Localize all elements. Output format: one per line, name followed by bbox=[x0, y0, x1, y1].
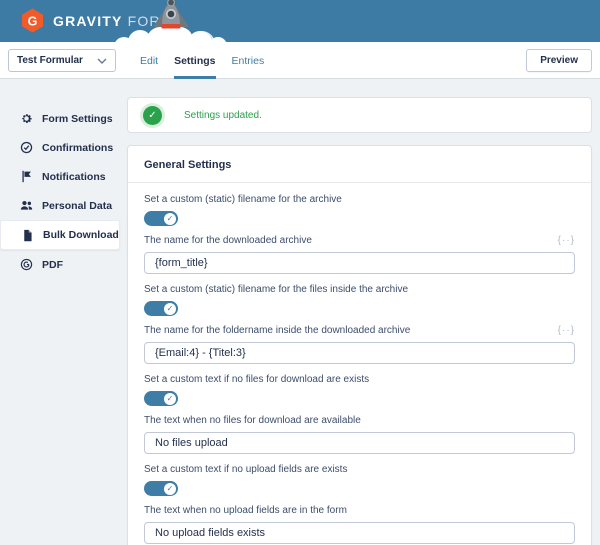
folder-name-input[interactable] bbox=[144, 342, 575, 364]
gravity-forms-settings-page: G GRAVITY FORMS Test Formular Edit Setti… bbox=[0, 0, 600, 545]
form-tabs: Edit Settings Entries bbox=[140, 42, 264, 79]
sidebar-item-notifications[interactable]: Notifications bbox=[0, 162, 120, 191]
sidebar-item-label: Personal Data bbox=[42, 199, 113, 212]
svg-text:G: G bbox=[28, 14, 38, 28]
field-label: Set a custom text if no upload fields ar… bbox=[144, 464, 348, 475]
brand-forms: FORMS bbox=[127, 12, 185, 29]
toggle-knob: ✓ bbox=[164, 302, 176, 315]
field-label: The text when no upload fields are in th… bbox=[144, 505, 347, 516]
toggle-knob: ✓ bbox=[164, 482, 176, 495]
field-no-files-text-toggle: Set a custom text if no files for downlo… bbox=[144, 374, 575, 406]
sidebar-item-personal-data[interactable]: Personal Data bbox=[0, 191, 120, 220]
no-files-text-toggle[interactable]: ✓ bbox=[144, 391, 178, 406]
archive-name-input[interactable] bbox=[144, 252, 575, 274]
gravity-forms-logo: G GRAVITY FORMS bbox=[20, 8, 184, 33]
sidebar-item-label: Confirmations bbox=[42, 141, 114, 154]
sidebar-item-bulk-download[interactable]: Bulk Download bbox=[0, 220, 120, 250]
form-selector-dropdown[interactable]: Test Formular bbox=[8, 49, 116, 72]
brand-gravity: GRAVITY bbox=[53, 12, 123, 29]
field-files-filename-toggle: Set a custom (static) filename for the f… bbox=[144, 284, 575, 316]
no-upload-fields-toggle[interactable]: ✓ bbox=[144, 481, 178, 496]
field-no-upload-fields-text: The text when no upload fields are in th… bbox=[144, 505, 575, 544]
preview-button[interactable]: Preview bbox=[526, 49, 592, 72]
settings-sidebar: Form Settings Confirmations Notification… bbox=[0, 104, 120, 279]
tab-settings[interactable]: Settings bbox=[174, 42, 216, 79]
toggle-check-icon: ✓ bbox=[166, 303, 174, 313]
gravity-forms-badge-icon: G bbox=[21, 8, 44, 33]
gravity-pdf-icon bbox=[20, 258, 33, 271]
archive-filename-toggle[interactable]: ✓ bbox=[144, 211, 178, 226]
settings-main: ✓ Settings updated. General Settings Set… bbox=[127, 97, 592, 545]
app-header: G GRAVITY FORMS bbox=[0, 0, 600, 50]
success-check-icon: ✓ bbox=[143, 105, 162, 125]
field-label: Set a custom text if no files for downlo… bbox=[144, 374, 370, 385]
users-icon bbox=[20, 199, 33, 212]
toggle-knob: ✓ bbox=[164, 392, 176, 405]
chevron-down-icon bbox=[97, 58, 107, 64]
panel-header: General Settings bbox=[128, 146, 591, 183]
panel-title: General Settings bbox=[144, 159, 232, 171]
field-label: The name for the foldername inside the d… bbox=[144, 325, 411, 336]
merge-tag-icon[interactable]: {··} bbox=[558, 325, 575, 336]
panel-body: Set a custom (static) filename for the a… bbox=[128, 183, 591, 545]
general-settings-panel: General Settings Set a custom (static) f… bbox=[127, 145, 592, 545]
sidebar-item-form-settings[interactable]: Form Settings bbox=[0, 104, 120, 133]
field-archive-name: The name for the downloaded archive {··} bbox=[144, 235, 575, 274]
sidebar-item-label: Form Settings bbox=[42, 112, 113, 125]
field-folder-name: The name for the foldername inside the d… bbox=[144, 325, 575, 364]
sidebar-item-confirmations[interactable]: Confirmations bbox=[0, 133, 120, 162]
check-circle-icon bbox=[20, 141, 33, 154]
form-toolbar: Test Formular Edit Settings Entries Prev… bbox=[0, 42, 600, 79]
field-archive-filename-toggle: Set a custom (static) filename for the a… bbox=[144, 194, 575, 226]
gear-icon bbox=[20, 112, 33, 125]
tab-entries[interactable]: Entries bbox=[232, 42, 265, 79]
file-icon bbox=[21, 229, 34, 242]
toggle-check-icon: ✓ bbox=[166, 483, 174, 493]
form-selector-value: Test Formular bbox=[17, 55, 83, 66]
toggle-knob: ✓ bbox=[164, 212, 176, 225]
no-upload-fields-text-input[interactable] bbox=[144, 522, 575, 544]
field-label: The name for the downloaded archive bbox=[144, 235, 312, 246]
flag-icon bbox=[20, 170, 33, 183]
sidebar-item-pdf[interactable]: PDF bbox=[0, 250, 120, 279]
no-files-text-input[interactable] bbox=[144, 432, 575, 454]
field-label: Set a custom (static) filename for the f… bbox=[144, 284, 409, 295]
field-no-upload-fields-toggle: Set a custom text if no upload fields ar… bbox=[144, 464, 575, 496]
field-label: The text when no files for download are … bbox=[144, 415, 361, 426]
sidebar-item-label: PDF bbox=[42, 258, 63, 271]
merge-tag-icon[interactable]: {··} bbox=[558, 235, 575, 246]
tab-edit[interactable]: Edit bbox=[140, 42, 158, 79]
field-no-files-text: The text when no files for download are … bbox=[144, 415, 575, 454]
toggle-check-icon: ✓ bbox=[166, 393, 174, 403]
sidebar-item-label: Notifications bbox=[42, 170, 106, 183]
files-filename-toggle[interactable]: ✓ bbox=[144, 301, 178, 316]
field-label: Set a custom (static) filename for the a… bbox=[144, 194, 342, 205]
sidebar-item-label: Bulk Download bbox=[43, 229, 119, 241]
success-notice: ✓ Settings updated. bbox=[127, 97, 592, 133]
toggle-check-icon: ✓ bbox=[166, 213, 174, 223]
brand-text: GRAVITY FORMS bbox=[53, 13, 184, 29]
success-message: Settings updated. bbox=[184, 109, 262, 121]
